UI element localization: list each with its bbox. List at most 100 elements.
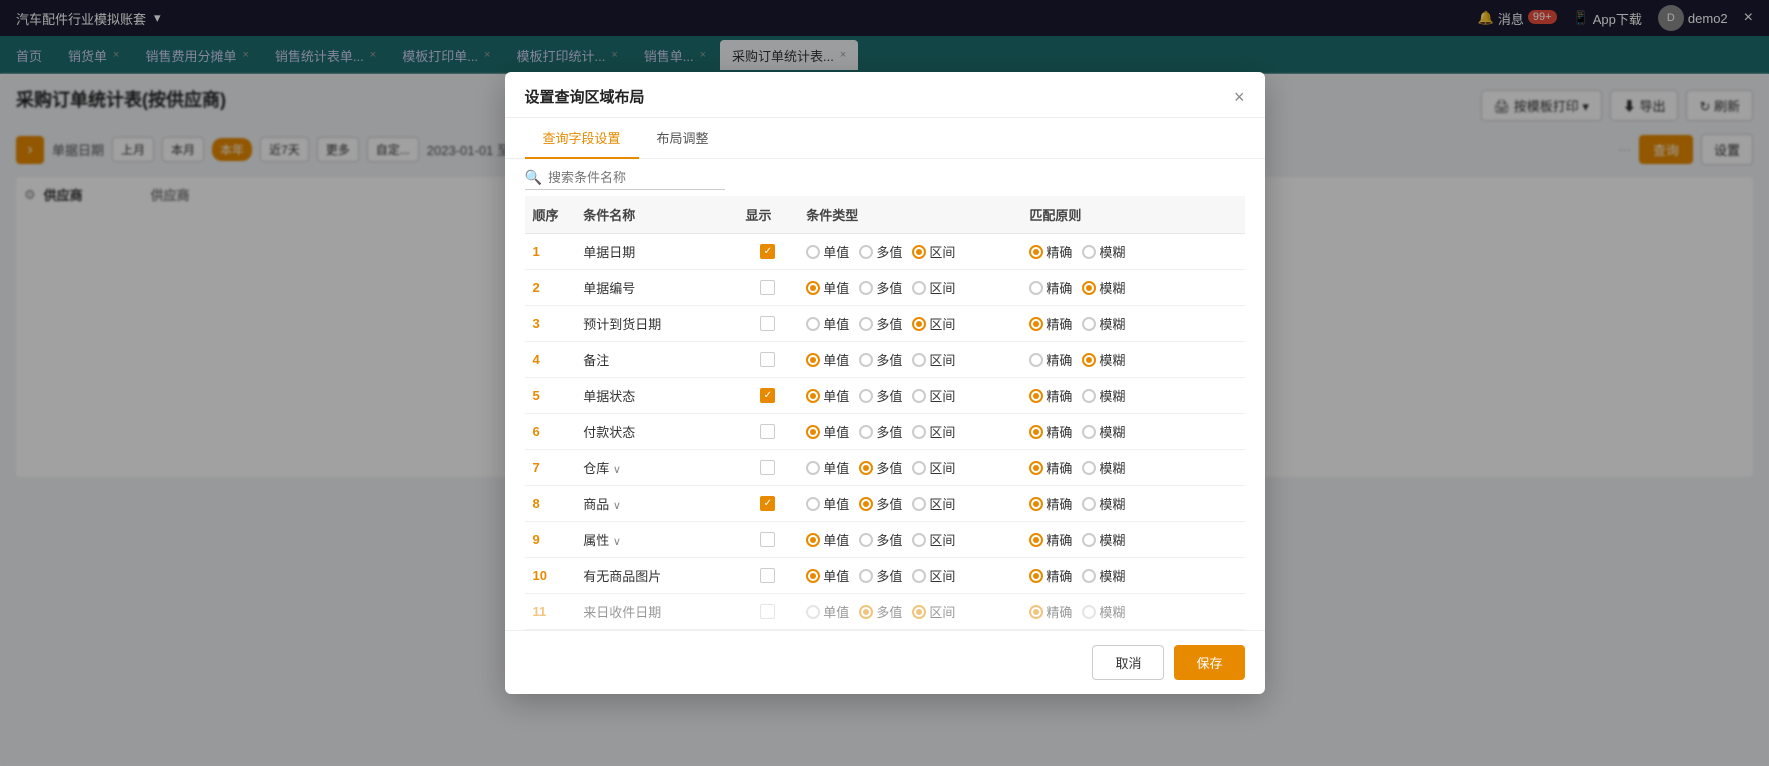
match-radio-exact[interactable]: 精确 — [1029, 458, 1072, 477]
match-radio-exact[interactable]: 精确 — [1029, 350, 1072, 369]
type-radio-single[interactable]: 单值 — [806, 386, 849, 405]
type-radio-single[interactable]: 单值 — [806, 566, 849, 585]
show-checkbox[interactable] — [760, 352, 775, 367]
type-radio-range[interactable]: 区间 — [912, 242, 955, 261]
type-radio-multi[interactable]: 多值 — [859, 314, 902, 333]
table-row: 5单据状态单值多值区间精确模糊 — [525, 378, 1245, 414]
fuzzy-match-circle — [1082, 389, 1096, 403]
match-radio-fuzzy[interactable]: 模糊 — [1082, 530, 1125, 549]
exact-match-label: 精确 — [1046, 278, 1072, 297]
show-checkbox[interactable] — [760, 532, 775, 547]
type-radio-range[interactable]: 区间 — [912, 458, 955, 477]
type-radio-multi[interactable]: 多值 — [859, 494, 902, 513]
match-radio-fuzzy[interactable]: 模糊 — [1082, 278, 1125, 297]
exact-match-circle — [1029, 605, 1043, 619]
cell-show[interactable] — [737, 558, 798, 594]
show-checkbox[interactable] — [760, 316, 775, 331]
type-radio-range[interactable]: 区间 — [912, 494, 955, 513]
match-radio-exact[interactable]: 精确 — [1029, 602, 1072, 621]
single-radio-circle — [806, 533, 820, 547]
cell-show[interactable] — [737, 270, 798, 306]
cell-show[interactable] — [737, 342, 798, 378]
cell-show[interactable] — [737, 594, 798, 630]
type-radio-single[interactable]: 单值 — [806, 242, 849, 261]
match-radio-fuzzy[interactable]: 模糊 — [1082, 602, 1125, 621]
save-button[interactable]: 保存 — [1174, 645, 1244, 680]
exact-match-circle — [1029, 461, 1043, 475]
type-radio-range[interactable]: 区间 — [912, 602, 955, 621]
match-radio-fuzzy[interactable]: 模糊 — [1082, 494, 1125, 513]
fuzzy-match-label: 模糊 — [1099, 278, 1125, 297]
modal-close-btn[interactable]: × — [1234, 88, 1245, 106]
type-radio-multi[interactable]: 多值 — [859, 386, 902, 405]
match-radio-fuzzy[interactable]: 模糊 — [1082, 350, 1125, 369]
cancel-button[interactable]: 取消 — [1092, 645, 1164, 680]
type-radio-single[interactable]: 单值 — [806, 422, 849, 441]
match-radio-fuzzy[interactable]: 模糊 — [1082, 386, 1125, 405]
match-radio-exact[interactable]: 精确 — [1029, 278, 1072, 297]
modal-tabs: 查询字段设置 布局调整 — [505, 118, 1265, 159]
show-checkbox[interactable] — [760, 388, 775, 403]
cell-show[interactable] — [737, 450, 798, 486]
match-radio-fuzzy[interactable]: 模糊 — [1082, 458, 1125, 477]
type-radio-single[interactable]: 单值 — [806, 350, 849, 369]
type-radio-multi[interactable]: 多值 — [859, 350, 902, 369]
cell-type: 单值多值区间 — [798, 558, 1021, 594]
match-radio-fuzzy[interactable]: 模糊 — [1082, 242, 1125, 261]
type-radio-range[interactable]: 区间 — [912, 566, 955, 585]
type-radio-multi[interactable]: 多值 — [859, 566, 902, 585]
show-checkbox[interactable] — [760, 424, 775, 439]
cell-order: 11 — [525, 594, 576, 630]
type-radio-multi[interactable]: 多值 — [859, 530, 902, 549]
match-radio-exact[interactable]: 精确 — [1029, 530, 1072, 549]
type-radio-single[interactable]: 单值 — [806, 278, 849, 297]
match-radio-exact[interactable]: 精确 — [1029, 566, 1072, 585]
type-radio-single[interactable]: 单值 — [806, 602, 849, 621]
show-checkbox[interactable] — [760, 244, 775, 259]
match-radio-fuzzy[interactable]: 模糊 — [1082, 566, 1125, 585]
cell-type: 单值多值区间 — [798, 234, 1021, 270]
match-radio-exact[interactable]: 精确 — [1029, 314, 1072, 333]
cell-show[interactable] — [737, 522, 798, 558]
cell-show[interactable] — [737, 234, 798, 270]
show-checkbox[interactable] — [760, 460, 775, 475]
type-radio-single[interactable]: 单值 — [806, 494, 849, 513]
show-checkbox[interactable] — [760, 604, 775, 619]
type-radio-multi[interactable]: 多值 — [859, 422, 902, 441]
type-radio-range[interactable]: 区间 — [912, 530, 955, 549]
type-radio-single[interactable]: 单值 — [806, 458, 849, 477]
multi-radio-circle — [859, 569, 873, 583]
cell-type: 单值多值区间 — [798, 450, 1021, 486]
type-radio-multi[interactable]: 多值 — [859, 458, 902, 477]
match-radio-exact[interactable]: 精确 — [1029, 386, 1072, 405]
match-radio-fuzzy[interactable]: 模糊 — [1082, 422, 1125, 441]
cell-show[interactable] — [737, 378, 798, 414]
show-checkbox[interactable] — [760, 280, 775, 295]
fuzzy-match-circle — [1082, 281, 1096, 295]
show-checkbox[interactable] — [760, 496, 775, 511]
type-radio-range[interactable]: 区间 — [912, 278, 955, 297]
range-radio-circle — [912, 461, 926, 475]
type-radio-range[interactable]: 区间 — [912, 422, 955, 441]
match-radio-exact[interactable]: 精确 — [1029, 494, 1072, 513]
match-radio-exact[interactable]: 精确 — [1029, 242, 1072, 261]
cell-show[interactable] — [737, 414, 798, 450]
type-radio-range[interactable]: 区间 — [912, 350, 955, 369]
cell-match: 精确模糊 — [1021, 558, 1244, 594]
exact-match-label: 精确 — [1046, 602, 1072, 621]
tab-query-fields[interactable]: 查询字段设置 — [525, 118, 639, 159]
type-radio-range[interactable]: 区间 — [912, 314, 955, 333]
type-radio-multi[interactable]: 多值 — [859, 278, 902, 297]
match-radio-exact[interactable]: 精确 — [1029, 422, 1072, 441]
type-radio-multi[interactable]: 多值 — [859, 242, 902, 261]
type-radio-single[interactable]: 单值 — [806, 314, 849, 333]
type-radio-range[interactable]: 区间 — [912, 386, 955, 405]
match-radio-fuzzy[interactable]: 模糊 — [1082, 314, 1125, 333]
search-input[interactable] — [548, 170, 708, 185]
tab-layout-adjust[interactable]: 布局调整 — [639, 118, 727, 159]
type-radio-multi[interactable]: 多值 — [859, 602, 902, 621]
cell-show[interactable] — [737, 486, 798, 522]
type-radio-single[interactable]: 单值 — [806, 530, 849, 549]
cell-show[interactable] — [737, 306, 798, 342]
show-checkbox[interactable] — [760, 568, 775, 583]
